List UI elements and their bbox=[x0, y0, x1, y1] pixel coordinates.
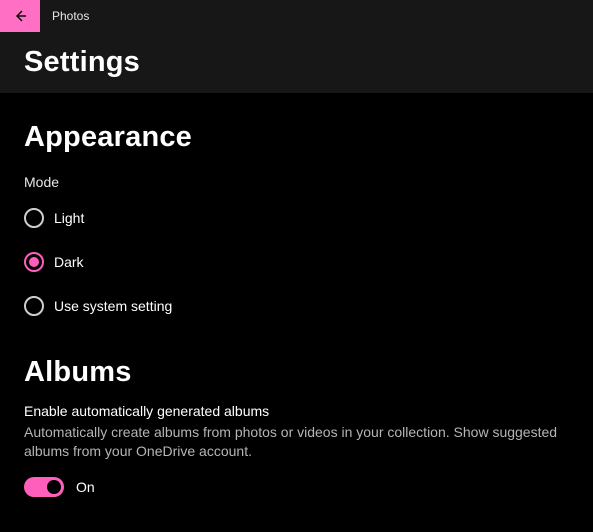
auto-albums-toggle-row: On bbox=[24, 477, 569, 497]
toggle-knob-icon bbox=[47, 480, 61, 494]
section-albums-title: Albums bbox=[24, 356, 569, 389]
content: Appearance Mode Light Dark Use system se… bbox=[0, 121, 593, 497]
app-name: Photos bbox=[40, 9, 89, 23]
radio-system-label: Use system setting bbox=[54, 298, 172, 314]
header: Settings bbox=[0, 32, 593, 93]
radio-selected-dot-icon bbox=[29, 257, 39, 267]
radio-dark[interactable]: Dark bbox=[24, 252, 569, 272]
auto-albums-description: Automatically create albums from photos … bbox=[24, 423, 569, 461]
back-button[interactable] bbox=[0, 0, 40, 32]
page-title: Settings bbox=[24, 46, 569, 79]
mode-group-label: Mode bbox=[24, 174, 569, 190]
radio-dark-label: Dark bbox=[54, 254, 84, 270]
radio-icon bbox=[24, 296, 44, 316]
back-arrow-icon bbox=[12, 8, 28, 24]
radio-icon bbox=[24, 208, 44, 228]
albums-section: Albums Enable automatically generated al… bbox=[24, 356, 569, 497]
auto-albums-label: Enable automatically generated albums bbox=[24, 403, 569, 419]
radio-light[interactable]: Light bbox=[24, 208, 569, 228]
auto-albums-toggle-state: On bbox=[76, 479, 95, 495]
auto-albums-toggle[interactable] bbox=[24, 477, 64, 497]
radio-light-label: Light bbox=[54, 210, 84, 226]
titlebar: Photos bbox=[0, 0, 593, 32]
radio-system[interactable]: Use system setting bbox=[24, 296, 569, 316]
section-appearance-title: Appearance bbox=[24, 121, 569, 154]
radio-icon bbox=[24, 252, 44, 272]
